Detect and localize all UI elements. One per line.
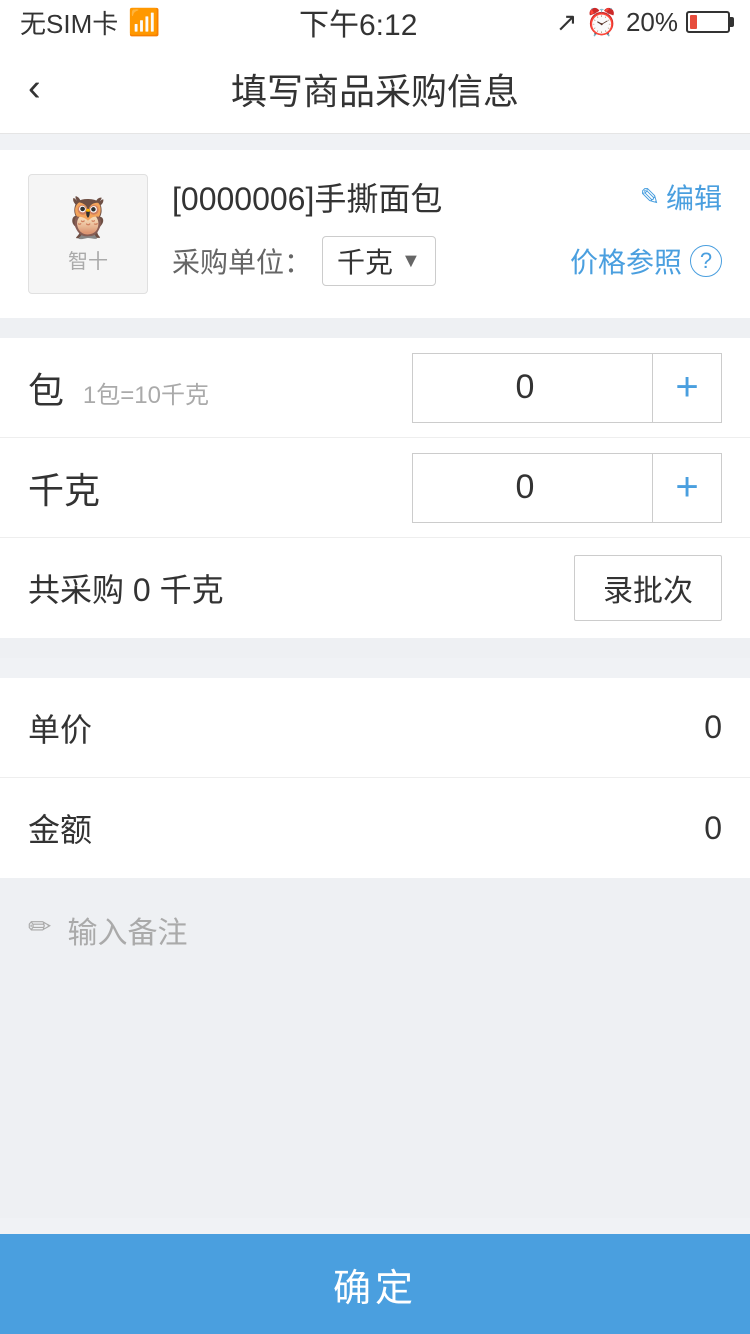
kg-plus-button[interactable]: + (652, 453, 722, 523)
unit-value: 千克 (337, 241, 393, 281)
status-time: 下午6:12 (299, 0, 417, 44)
battery-icon (686, 11, 730, 33)
product-name-row: [0000006]手撕面包 ✎ 编辑 (172, 174, 722, 220)
kg-label-group: 千克 (28, 462, 100, 514)
product-card: 🦉 智十 [0000006]手撕面包 ✎ 编辑 采购单位： 千克 ▼ 价格参照 … (0, 150, 750, 318)
confirm-button[interactable]: 确定 (0, 1234, 750, 1334)
remark-section[interactable]: ✏ 输入备注 (0, 878, 750, 1218)
product-name: [0000006]手撕面包 (172, 174, 442, 220)
bag-sub-label: 1包=10千克 (83, 382, 209, 409)
input-section: 包 1包=10千克 + 千克 + (0, 338, 750, 538)
amount-value: 0 (704, 810, 722, 847)
total-label: 共采购 0 千克 (28, 565, 224, 611)
battery-fill (690, 15, 697, 29)
remark-placeholder: 输入备注 (67, 908, 187, 952)
unit-arrow-icon: ▼ (401, 250, 421, 273)
battery-pct: 20% (626, 7, 678, 38)
nav-bar: ‹ 填写商品采购信息 (0, 44, 750, 134)
edit-label: 编辑 (666, 177, 722, 217)
product-info: [0000006]手撕面包 ✎ 编辑 采购单位： 千克 ▼ 价格参照 ? (172, 174, 722, 286)
status-bar: 无SIM卡 📶 下午6:12 ↗ ⏰ 20% (0, 0, 750, 44)
price-help-icon: ? (690, 245, 722, 277)
product-thumbnail: 🦉 智十 (28, 174, 148, 294)
unit-price-label: 单价 (28, 705, 92, 751)
unit-price-value: 0 (704, 709, 722, 746)
location-icon: ↗ (556, 7, 578, 38)
bag-quantity-input[interactable] (412, 353, 652, 423)
bag-input-row: 包 1包=10千克 + (0, 338, 750, 438)
alarm-icon: ⏰ (586, 7, 618, 38)
divider-1 (0, 318, 750, 338)
price-ref-label: 价格参照 (570, 241, 682, 281)
unit-selector[interactable]: 千克 ▼ (322, 236, 436, 286)
status-right: ↗ ⏰ 20% (556, 7, 730, 38)
amount-row: 金额 0 (0, 778, 750, 878)
bag-label-group: 包 1包=10千克 (28, 362, 209, 414)
back-button[interactable]: ‹ (28, 67, 41, 110)
price-ref-button[interactable]: 价格参照 ? (570, 241, 722, 281)
edit-icon: ✎ (640, 183, 660, 212)
product-thumb-owl: 🦉 (63, 194, 113, 241)
unit-price-row: 单价 0 (0, 678, 750, 778)
product-thumb-label: 智十 (68, 245, 108, 274)
info-section: 单价 0 金额 0 (0, 678, 750, 878)
kg-input-group: + (412, 453, 722, 523)
status-left: 无SIM卡 📶 (20, 4, 161, 41)
edit-button[interactable]: ✎ 编辑 (640, 177, 722, 217)
wifi-icon: 📶 (128, 7, 160, 38)
amount-label: 金额 (28, 805, 92, 851)
record-batch-button[interactable]: 录批次 (574, 555, 722, 621)
bag-input-group: + (412, 353, 722, 423)
kg-quantity-input[interactable] (412, 453, 652, 523)
product-unit-row: 采购单位： 千克 ▼ 价格参照 ? (172, 236, 722, 286)
kg-input-row: 千克 + (0, 438, 750, 538)
kg-label: 千克 (28, 470, 100, 511)
pencil-icon: ✏ (28, 910, 51, 943)
divider-2 (0, 638, 750, 658)
bag-label: 包 (28, 370, 64, 411)
total-row: 共采购 0 千克 录批次 (0, 538, 750, 638)
unit-label: 采购单位： (172, 241, 312, 281)
carrier-label: 无SIM卡 (20, 4, 118, 41)
page-title: 填写商品采购信息 (231, 63, 519, 115)
bag-plus-button[interactable]: + (652, 353, 722, 423)
